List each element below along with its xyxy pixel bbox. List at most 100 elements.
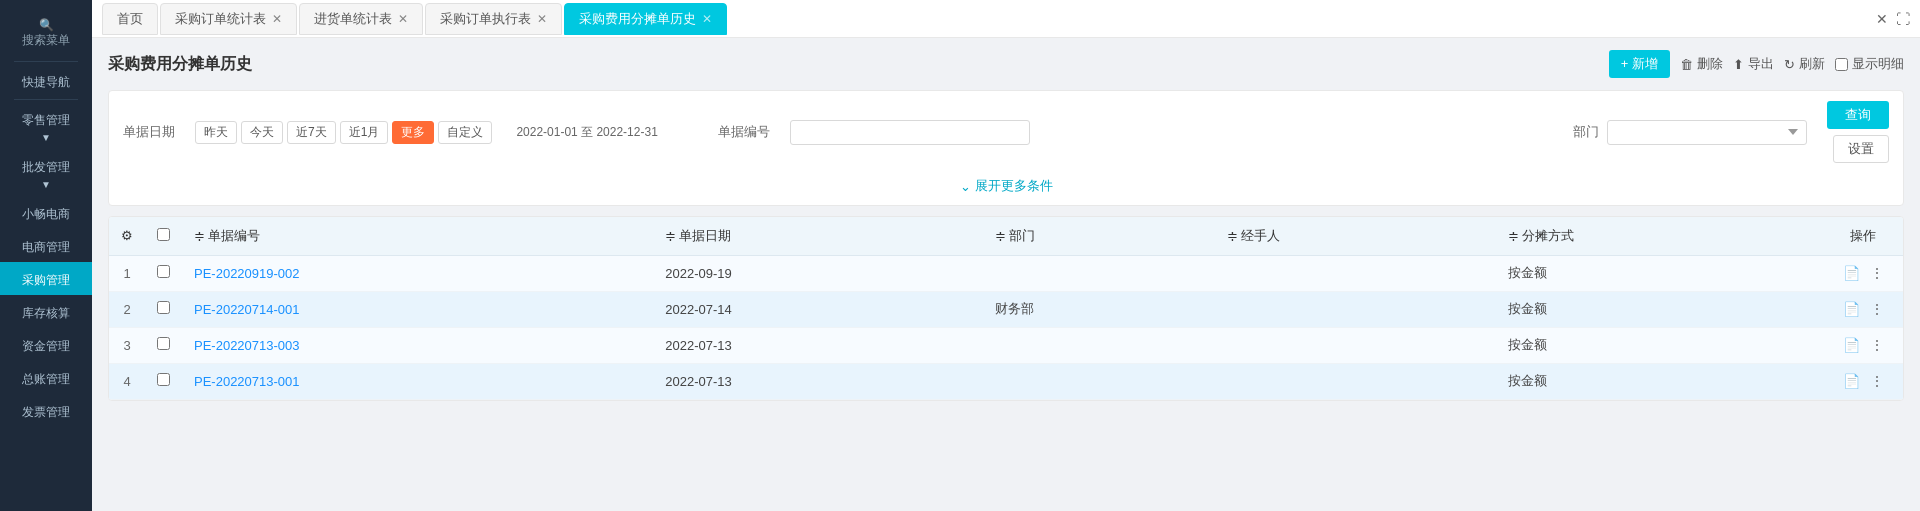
date-btn-1month[interactable]: 近1月 (340, 121, 389, 144)
date-btn-more[interactable]: 更多 (392, 121, 434, 144)
close-icon[interactable]: ✕ (537, 12, 547, 26)
table-row: 1 PE-20220919-002 2022-09-19 按金额 📄 ⋮ (109, 255, 1903, 291)
filter-date-buttons: 昨天 今天 近7天 近1月 更多 自定义 (195, 121, 492, 144)
row-select-checkbox[interactable] (157, 337, 170, 350)
handler-sort[interactable]: ≑ 经手人 (1227, 227, 1483, 245)
sidebar-item-invoice[interactable]: 发票管理 (0, 394, 92, 427)
close-icon[interactable]: ✕ (702, 12, 712, 26)
sidebar-item-purchase[interactable]: 采购管理 (0, 262, 92, 295)
doc-number-sort[interactable]: ≑ 单据编号 (194, 227, 641, 245)
doc-number-input[interactable] (790, 120, 1030, 145)
settings-icon[interactable]: ⚙ (121, 228, 133, 243)
row-checkbox-1 (145, 255, 182, 291)
expand-more-button[interactable]: ⌄ 展开更多条件 (960, 177, 1053, 195)
tab-purchase-stats[interactable]: 采购订单统计表 ✕ (160, 3, 297, 35)
chevron-down-icon: ⌄ (960, 179, 971, 194)
display-detail-toggle[interactable]: 显示明细 (1835, 55, 1904, 73)
view-icon[interactable]: 📄 (1841, 263, 1862, 283)
row-dept-4 (983, 363, 1216, 399)
view-icon[interactable]: 📄 (1841, 299, 1862, 319)
row-select-checkbox[interactable] (157, 265, 170, 278)
page-title: 采购费用分摊单历史 (108, 54, 252, 75)
row-method-1: 按金额 (1496, 255, 1823, 291)
dept-sort[interactable]: ≑ 部门 (995, 227, 1204, 245)
table-body: 1 PE-20220919-002 2022-09-19 按金额 📄 ⋮ 2 (109, 255, 1903, 399)
date-sort[interactable]: ≑ 单据日期 (665, 227, 970, 245)
row-num-4: 4 (109, 363, 145, 399)
doc-link[interactable]: PE-20220714-001 (194, 302, 300, 317)
th-method[interactable]: ≑ 分摊方式 (1496, 217, 1823, 255)
settings-button[interactable]: 设置 (1833, 135, 1889, 163)
tab-home[interactable]: 首页 (102, 3, 158, 35)
row-actions-3: 📄 ⋮ (1823, 327, 1903, 363)
more-icon[interactable]: ⋮ (1868, 335, 1886, 355)
dept-select[interactable]: 财务部 (1607, 120, 1807, 145)
maximize-icon[interactable]: ⛶ (1896, 11, 1910, 27)
query-button[interactable]: 查询 (1827, 101, 1889, 129)
tab-purchase-exec[interactable]: 采购订单执行表 ✕ (425, 3, 562, 35)
close-icon[interactable]: ✕ (272, 12, 282, 26)
row-doc-no-1: PE-20220919-002 (182, 255, 653, 291)
row-date-4: 2022-07-13 (653, 363, 982, 399)
date-btn-7days[interactable]: 近7天 (287, 121, 336, 144)
close-all-tabs-icon[interactable]: ✕ (1876, 11, 1888, 27)
refresh-button[interactable]: ↻ 刷新 (1784, 55, 1825, 73)
more-icon[interactable]: ⋮ (1868, 263, 1886, 283)
sidebar: 🔍 搜索菜单 快捷导航 零售管理 ▼ 批发管理 ▼ 小畅电商 电商管理 采购管理… (0, 0, 92, 511)
row-select-checkbox[interactable] (157, 301, 170, 314)
sidebar-item-finance[interactable]: 资金管理 (0, 328, 92, 361)
row-actions-2: 📄 ⋮ (1823, 291, 1903, 327)
sidebar-item-ecommerce-small[interactable]: 小畅电商 (0, 196, 92, 229)
more-icon[interactable]: ⋮ (1868, 371, 1886, 391)
export-button[interactable]: ⬆ 导出 (1733, 55, 1774, 73)
method-sort[interactable]: ≑ 分摊方式 (1508, 227, 1811, 245)
row-select-checkbox[interactable] (157, 373, 170, 386)
sidebar-item-ecommerce[interactable]: 电商管理 (0, 229, 92, 262)
th-dept[interactable]: ≑ 部门 (983, 217, 1216, 255)
th-settings[interactable]: ⚙ (109, 217, 145, 255)
sidebar-item-wholesale[interactable]: 批发管理 ▼ (0, 149, 92, 196)
row-handler-3 (1215, 327, 1495, 363)
sidebar-item-quick-nav[interactable]: 快捷导航 (0, 64, 92, 97)
date-btn-yesterday[interactable]: 昨天 (195, 121, 237, 144)
th-handler[interactable]: ≑ 经手人 (1215, 217, 1495, 255)
date-btn-custom[interactable]: 自定义 (438, 121, 492, 144)
sidebar-item-search-menu[interactable]: 🔍 搜索菜单 (0, 8, 92, 59)
more-icon[interactable]: ⋮ (1868, 299, 1886, 319)
row-dept-2: 财务部 (983, 291, 1216, 327)
row-date-2: 2022-07-14 (653, 291, 982, 327)
add-button[interactable]: + 新增 (1609, 50, 1670, 78)
row-dept-1 (983, 255, 1216, 291)
sidebar-item-inventory[interactable]: 库存核算 (0, 295, 92, 328)
sidebar-item-retail[interactable]: 零售管理 ▼ (0, 102, 92, 149)
sidebar-divider-1 (14, 61, 78, 62)
doc-link[interactable]: PE-20220919-002 (194, 266, 300, 281)
view-icon[interactable]: 📄 (1841, 335, 1862, 355)
row-handler-4 (1215, 363, 1495, 399)
sidebar-divider-2 (14, 99, 78, 100)
row-handler-1 (1215, 255, 1495, 291)
delete-button[interactable]: 🗑 🗑 删除 删除 (1680, 55, 1723, 73)
filter-row-1: 单据日期 昨天 今天 近7天 近1月 更多 自定义 2022-01-01 至 2… (123, 101, 1889, 163)
th-date[interactable]: ≑ 单据日期 (653, 217, 982, 255)
row-actions-4: 📄 ⋮ (1823, 363, 1903, 399)
export-icon: ⬆ (1733, 57, 1744, 72)
page-body: 采购费用分摊单历史 + 新增 🗑 🗑 删除 删除 ⬆ 导出 ↻ 刷新 (92, 38, 1920, 511)
doc-link[interactable]: PE-20220713-003 (194, 338, 300, 353)
tab-incoming-stats[interactable]: 进货单统计表 ✕ (299, 3, 423, 35)
view-icon[interactable]: 📄 (1841, 371, 1862, 391)
date-btn-today[interactable]: 今天 (241, 121, 283, 144)
doc-link[interactable]: PE-20220713-001 (194, 374, 300, 389)
display-detail-checkbox[interactable] (1835, 58, 1848, 71)
th-doc-number[interactable]: ≑ 单据编号 (182, 217, 653, 255)
tab-bar: 首页 采购订单统计表 ✕ 进货单统计表 ✕ 采购订单执行表 ✕ 采购费用分摊单历… (92, 0, 1920, 38)
sidebar-item-ledger[interactable]: 总账管理 (0, 361, 92, 394)
table-row: 3 PE-20220713-003 2022-07-13 按金额 📄 ⋮ (109, 327, 1903, 363)
close-icon[interactable]: ✕ (398, 12, 408, 26)
row-actions-1: 📄 ⋮ (1823, 255, 1903, 291)
chevron-down-icon: ▼ (41, 132, 51, 143)
select-all-checkbox[interactable] (157, 228, 170, 241)
delete-icon: 🗑 (1680, 57, 1693, 72)
tab-purchase-cost-history[interactable]: 采购费用分摊单历史 ✕ (564, 3, 727, 35)
row-num-2: 2 (109, 291, 145, 327)
